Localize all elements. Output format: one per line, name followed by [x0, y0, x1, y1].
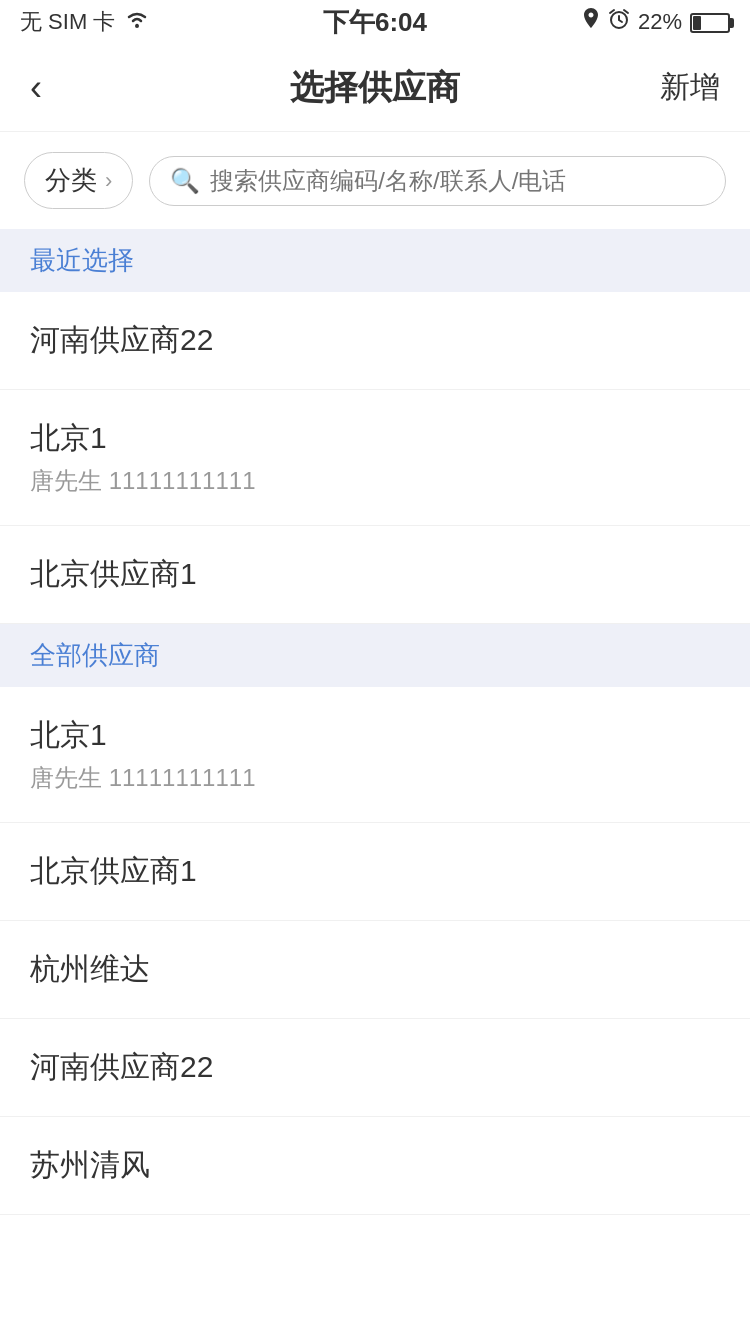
- all-section-header: 全部供应商: [0, 624, 750, 687]
- category-button[interactable]: 分类 ›: [24, 152, 133, 209]
- svg-point-0: [135, 24, 139, 28]
- status-right: 22%: [582, 8, 730, 36]
- status-time: 下午6:04: [323, 5, 427, 40]
- recent-section-header: 最近选择: [0, 229, 750, 292]
- search-box[interactable]: 🔍: [149, 156, 726, 206]
- list-item[interactable]: 杭州维达: [0, 921, 750, 1019]
- recent-list: 河南供应商22 北京1 唐先生 11111111111 北京供应商1: [0, 292, 750, 624]
- add-button[interactable]: 新增: [660, 67, 720, 108]
- carrier-text: 无 SIM 卡: [20, 7, 115, 37]
- alarm-icon: [608, 8, 630, 36]
- page-title: 选择供应商: [290, 65, 460, 111]
- list-item[interactable]: 北京1 唐先生 11111111111: [0, 390, 750, 526]
- status-left: 无 SIM 卡: [20, 7, 151, 37]
- search-input[interactable]: [210, 167, 705, 195]
- nav-bar: ‹ 选择供应商 新增: [0, 44, 750, 132]
- all-list: 北京1 唐先生 11111111111 北京供应商1 杭州维达 河南供应商22 …: [0, 687, 750, 1215]
- status-bar: 无 SIM 卡 下午6:04 22%: [0, 0, 750, 44]
- filter-bar: 分类 › 🔍: [0, 132, 750, 229]
- list-item[interactable]: 河南供应商22: [0, 292, 750, 390]
- location-icon: [582, 8, 600, 36]
- back-button[interactable]: ‹: [30, 67, 90, 109]
- search-icon: 🔍: [170, 167, 200, 195]
- battery-icon: [690, 9, 730, 35]
- list-item[interactable]: 北京1 唐先生 11111111111: [0, 687, 750, 823]
- list-item[interactable]: 苏州清风: [0, 1117, 750, 1215]
- category-label: 分类: [45, 163, 97, 198]
- wifi-icon: [123, 9, 151, 35]
- chevron-right-icon: ›: [105, 168, 112, 194]
- list-item[interactable]: 北京供应商1: [0, 526, 750, 624]
- list-item[interactable]: 北京供应商1: [0, 823, 750, 921]
- list-item[interactable]: 河南供应商22: [0, 1019, 750, 1117]
- battery-text: 22%: [638, 9, 682, 35]
